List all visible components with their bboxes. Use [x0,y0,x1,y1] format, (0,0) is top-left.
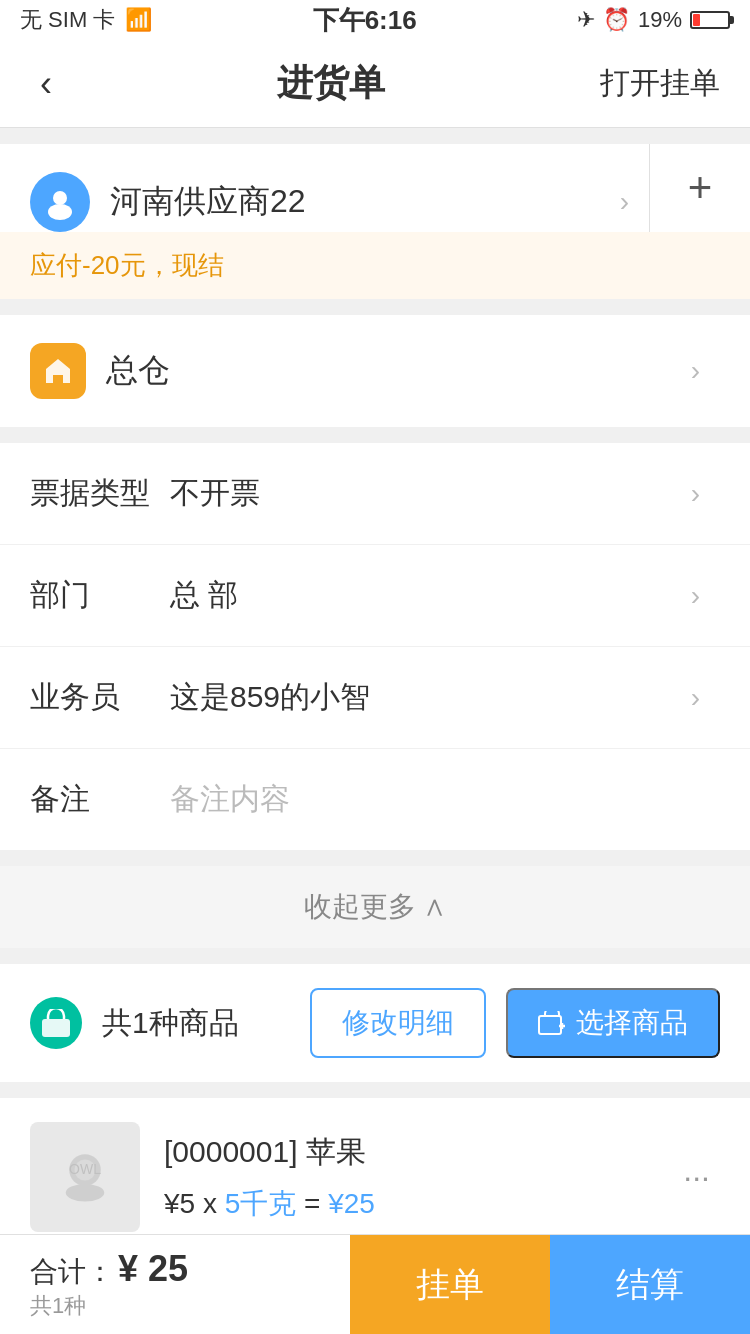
alarm-icon: ⏰ [603,7,630,33]
hang-button[interactable]: 挂单 [350,1235,550,1334]
bottom-bar: 合计： ¥ 25 共1种 挂单 结算 [0,1234,750,1334]
select-product-button[interactable]: 选择商品 [506,988,720,1058]
supplier-add-button[interactable]: + [650,144,750,232]
status-bar: 无 SIM 卡 📶 下午6:16 ✈ ⏰ 19% [0,0,750,40]
warehouse-row[interactable]: 总仓 › [0,315,750,427]
status-left: 无 SIM 卡 📶 [20,5,152,35]
form-row-remark[interactable]: 备注 备注内容 [0,749,750,850]
svg-text:OWL: OWL [69,1161,101,1177]
salesperson-label: 业务员 [30,677,170,718]
salesperson-chevron-icon: › [671,682,720,714]
supplier-avatar [30,172,90,232]
wifi-icon: 📶 [125,7,152,33]
warehouse-icon [30,343,86,399]
department-label: 部门 [30,575,170,616]
checkout-button[interactable]: 结算 [550,1235,750,1334]
battery-icon [690,11,730,29]
edit-detail-button[interactable]: 修改明细 [310,988,486,1058]
product-qty: 5千克 [225,1188,297,1219]
svg-point-1 [48,204,72,220]
nav-bar: ‹ 进货单 打开挂单 [0,40,750,128]
unit-price: ¥5 [164,1188,195,1219]
svg-point-0 [53,191,67,205]
department-chevron-icon: › [671,580,720,612]
select-product-label: 选择商品 [576,1004,688,1042]
product-more-button[interactable]: ··· [673,1149,720,1206]
form-row-department[interactable]: 部门 总 部 › [0,545,750,647]
battery-label: 19% [638,7,682,33]
product-total: ¥25 [328,1188,375,1219]
svg-rect-2 [53,375,63,383]
product-code: [0000001] [164,1135,297,1168]
supplier-chevron-icon: › [600,186,649,218]
product-info: [0000001] 苹果 ¥5 x 5千克 = ¥25 [164,1132,673,1223]
total-amount: ¥ 25 [118,1248,188,1290]
form-section: 票据类型 不开票 › 部门 总 部 › 业务员 这是859的小智 › 备注 备注… [0,443,750,850]
ticket-type-value: 不开票 [170,473,671,514]
supplier-section: 河南供应商22 › + [0,144,750,232]
open-hang-button[interactable]: 打开挂单 [600,63,720,104]
warehouse-chevron-icon: › [671,355,720,387]
location-icon: ✈ [577,7,595,33]
product-count: 共1种商品 [102,1003,290,1044]
back-button[interactable]: ‹ [30,53,62,115]
form-row-salesperson[interactable]: 业务员 这是859的小智 › [0,647,750,749]
ticket-chevron-icon: › [671,478,720,510]
product-name: [0000001] 苹果 [164,1132,673,1173]
form-row-ticket[interactable]: 票据类型 不开票 › [0,443,750,545]
equals-symbol: = [304,1188,320,1219]
time-label: 下午6:16 [313,3,417,38]
total-count: 共1种 [30,1291,320,1321]
product-item: OWL [0000001] 苹果 ¥5 x 5千克 = ¥25 ··· [0,1098,750,1256]
page-title: 进货单 [277,59,385,108]
warehouse-name: 总仓 [106,349,671,393]
product-thumbnail: OWL [30,1122,140,1232]
remark-label: 备注 [30,779,170,820]
salesperson-value: 这是859的小智 [170,677,671,718]
svg-point-8 [66,1184,105,1202]
svg-rect-4 [539,1016,561,1034]
ticket-type-label: 票据类型 [30,473,170,514]
product-icon [30,997,82,1049]
product-price: ¥5 x 5千克 = ¥25 [164,1185,673,1223]
multiply-symbol: x [203,1188,217,1219]
supplier-note: 应付-20元，现结 [0,232,750,299]
collapse-bar[interactable]: 收起更多 ∧ [0,866,750,948]
total-label: 合计： [30,1253,114,1291]
total-section: 合计： ¥ 25 共1种 [0,1235,350,1334]
product-title: 苹果 [306,1135,366,1168]
department-value: 总 部 [170,575,671,616]
svg-rect-3 [42,1019,70,1037]
status-right: ✈ ⏰ 19% [577,7,730,33]
product-header: 共1种商品 修改明细 选择商品 [0,964,750,1082]
carrier-label: 无 SIM 卡 [20,5,115,35]
supplier-name: 河南供应商22 [110,180,600,224]
remark-input[interactable]: 备注内容 [170,779,720,820]
supplier-main[interactable]: 河南供应商22 › [0,144,650,232]
